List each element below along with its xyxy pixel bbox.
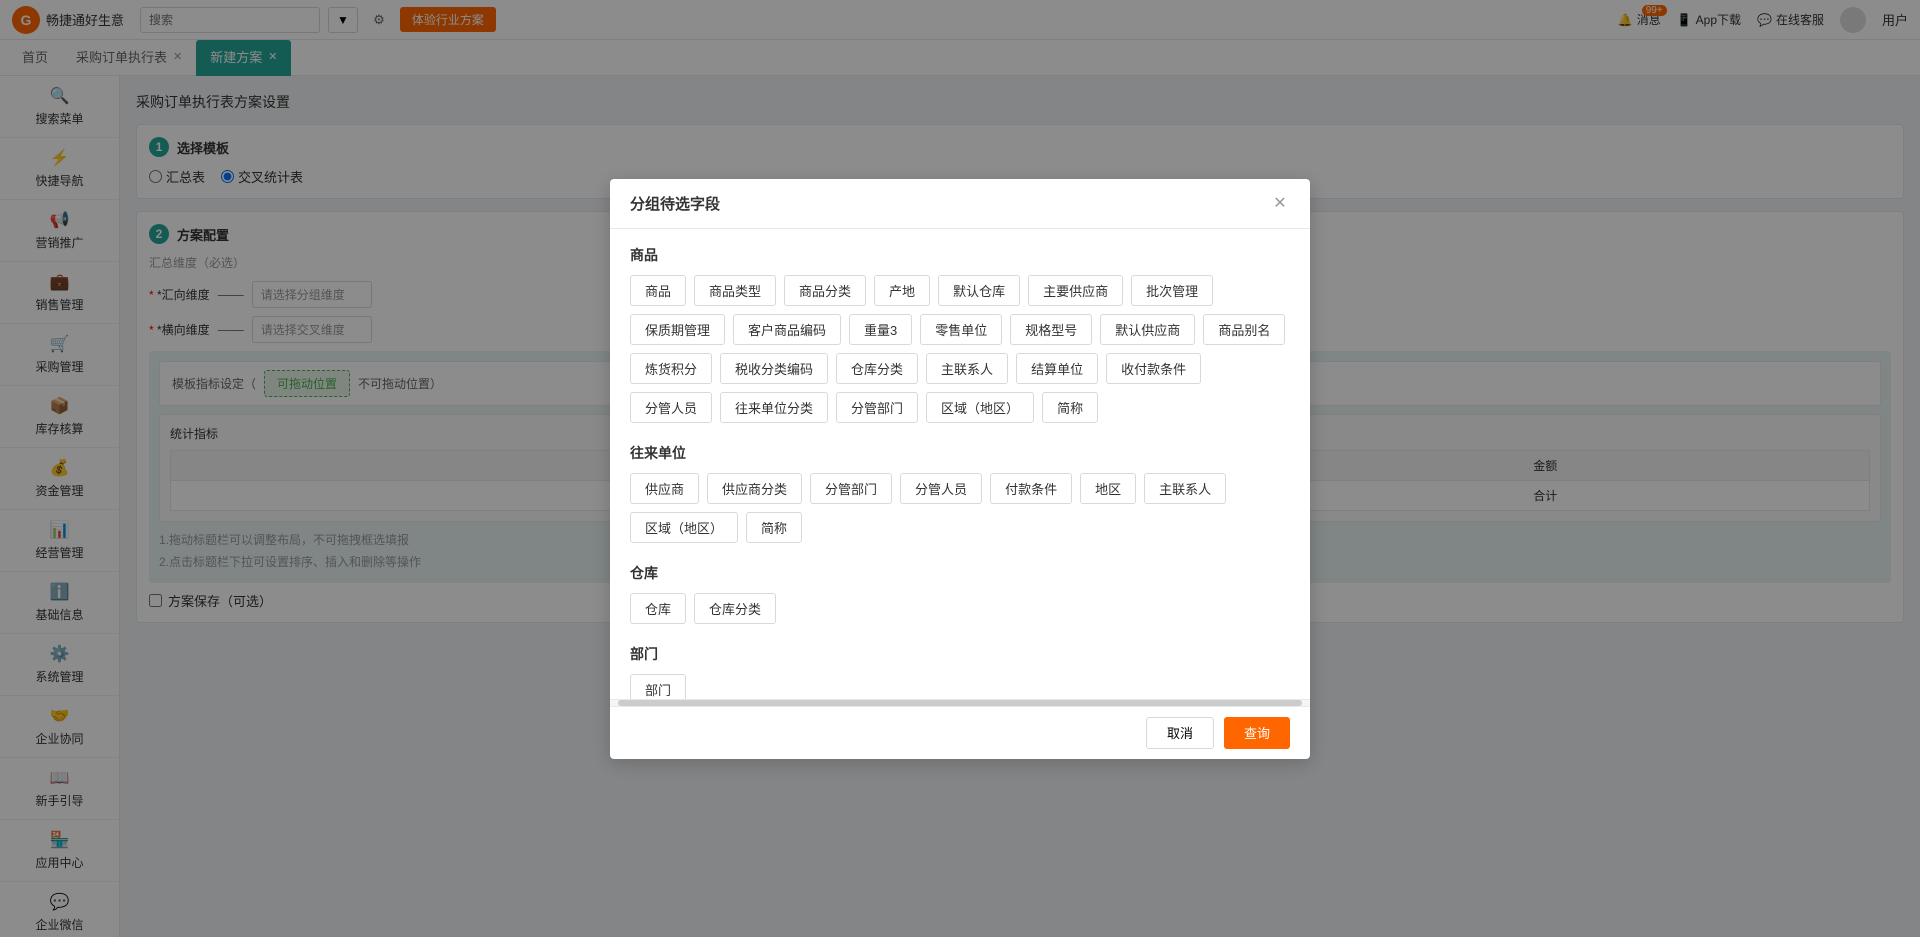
- field-tag[interactable]: 商品分类: [784, 275, 866, 306]
- field-tag[interactable]: 分管部门: [836, 392, 918, 423]
- modal-body: 商品 商品 商品类型 商品分类 产地 默认仓库 主要供应商 批次管理 保质期管理…: [610, 229, 1310, 699]
- field-tag[interactable]: 分管部门: [810, 473, 892, 504]
- field-group-partner-title: 往来单位: [630, 443, 1290, 463]
- field-tag[interactable]: 客户商品编码: [733, 314, 841, 345]
- field-tags-partner: 供应商 供应商分类 分管部门 分管人员 付款条件 地区 主联系人 区域（地区） …: [630, 473, 1290, 543]
- field-tag[interactable]: 税收分类编码: [720, 353, 828, 384]
- field-tag[interactable]: 简称: [1042, 392, 1098, 423]
- field-tag[interactable]: 炼货积分: [630, 353, 712, 384]
- field-tag[interactable]: 批次管理: [1131, 275, 1213, 306]
- modal: 分组待选字段 ✕ 商品 商品 商品类型 商品分类 产地 默认仓库 主要供应商 批…: [610, 179, 1310, 759]
- modal-footer: 取消 查询: [610, 706, 1310, 759]
- field-tag[interactable]: 商品: [630, 275, 686, 306]
- field-tag[interactable]: 付款条件: [990, 473, 1072, 504]
- field-tag[interactable]: 规格型号: [1010, 314, 1092, 345]
- field-tag[interactable]: 主联系人: [926, 353, 1008, 384]
- field-tag[interactable]: 区域（地区）: [926, 392, 1034, 423]
- modal-hscroll: [610, 699, 1310, 706]
- modal-title: 分组待选字段: [630, 193, 720, 214]
- field-group-warehouse: 仓库 仓库 仓库分类: [630, 563, 1290, 624]
- field-tag[interactable]: 默认供应商: [1100, 314, 1195, 345]
- field-tag[interactable]: 主联系人: [1144, 473, 1226, 504]
- field-tag[interactable]: 供应商分类: [707, 473, 802, 504]
- field-tags-goods: 商品 商品类型 商品分类 产地 默认仓库 主要供应商 批次管理 保质期管理 客户…: [630, 275, 1290, 423]
- field-tag[interactable]: 往来单位分类: [720, 392, 828, 423]
- field-tag[interactable]: 仓库分类: [836, 353, 918, 384]
- field-tag[interactable]: 商品别名: [1203, 314, 1285, 345]
- modal-confirm-button[interactable]: 查询: [1224, 717, 1290, 749]
- field-group-warehouse-title: 仓库: [630, 563, 1290, 583]
- field-tag[interactable]: 重量3: [849, 314, 912, 345]
- modal-close-button[interactable]: ✕: [1270, 193, 1290, 213]
- modal-cancel-button[interactable]: 取消: [1146, 717, 1214, 749]
- field-tag[interactable]: 区域（地区）: [630, 512, 738, 543]
- field-tag[interactable]: 供应商: [630, 473, 699, 504]
- field-tag[interactable]: 产地: [874, 275, 930, 306]
- field-tag[interactable]: 收付款条件: [1106, 353, 1201, 384]
- field-tag[interactable]: 默认仓库: [938, 275, 1020, 306]
- field-tag[interactable]: 仓库分类: [694, 593, 776, 624]
- field-tag[interactable]: 商品类型: [694, 275, 776, 306]
- field-tag[interactable]: 地区: [1080, 473, 1136, 504]
- field-tag[interactable]: 分管人员: [630, 392, 712, 423]
- field-group-goods-title: 商品: [630, 245, 1290, 265]
- field-tag[interactable]: 分管人员: [900, 473, 982, 504]
- field-tag[interactable]: 简称: [746, 512, 802, 543]
- field-group-goods: 商品 商品 商品类型 商品分类 产地 默认仓库 主要供应商 批次管理 保质期管理…: [630, 245, 1290, 423]
- field-tag[interactable]: 零售单位: [920, 314, 1002, 345]
- field-tag[interactable]: 保质期管理: [630, 314, 725, 345]
- field-tag[interactable]: 主要供应商: [1028, 275, 1123, 306]
- field-tag[interactable]: 仓库: [630, 593, 686, 624]
- field-tags-dept: 部门: [630, 674, 1290, 699]
- field-tag[interactable]: 结算单位: [1016, 353, 1098, 384]
- field-tags-warehouse: 仓库 仓库分类: [630, 593, 1290, 624]
- field-group-dept: 部门 部门: [630, 644, 1290, 699]
- modal-header: 分组待选字段 ✕: [610, 179, 1310, 229]
- field-group-dept-title: 部门: [630, 644, 1290, 664]
- field-group-partner: 往来单位 供应商 供应商分类 分管部门 分管人员 付款条件 地区 主联系人 区域…: [630, 443, 1290, 543]
- field-tag[interactable]: 部门: [630, 674, 686, 699]
- modal-overlay: 分组待选字段 ✕ 商品 商品 商品类型 商品分类 产地 默认仓库 主要供应商 批…: [0, 0, 1920, 937]
